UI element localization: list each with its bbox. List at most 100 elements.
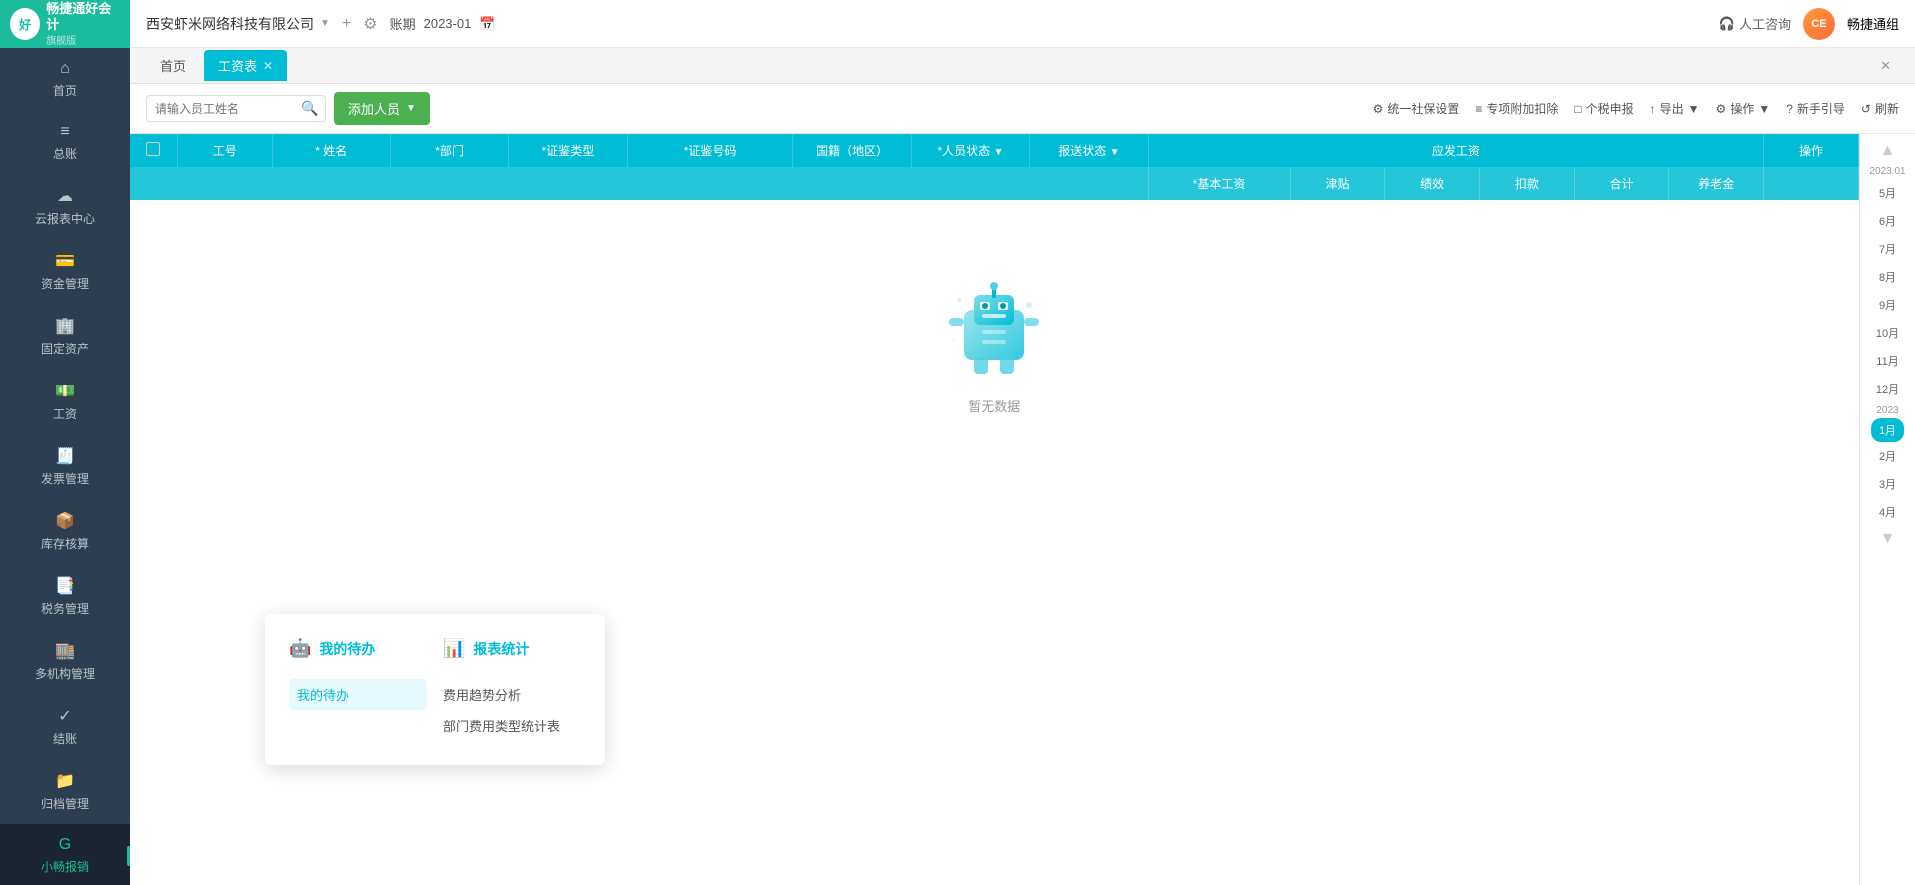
timeline-item-sep[interactable]: 9月	[1875, 291, 1900, 319]
th-status: *人员状态 ▼	[911, 134, 1029, 167]
cost-trend-label: 费用趋势分析	[443, 688, 521, 703]
timeline-item-dec[interactable]: 12月	[1872, 375, 1903, 403]
content-area: 工号 * 姓名 *部门 *证鉴类型 *证鉴号码 国籍（地区） *人员状态 ▼ 报…	[130, 134, 1915, 885]
sidebar-nav: ⌂ 首页 ≡ 总账 ☁ 云报表中心 💳 资金管理 🏢 固定资产 💵 工资 🧾 发…	[0, 48, 130, 885]
expense-icon: G	[59, 836, 71, 854]
sidebar-item-expense-label: 小畅报销	[41, 858, 89, 875]
timeline-item-jan-current[interactable]: 1月	[1871, 418, 1904, 442]
period-value: 2023-01	[424, 16, 472, 31]
sidebar-item-archive[interactable]: 📁 归档管理	[0, 759, 130, 824]
tab-salary-label: 工资表	[218, 56, 257, 75]
report-title-label: 报表统计	[473, 639, 529, 659]
sidebar-item-fixed-assets[interactable]: 🏢 固定资产	[0, 304, 130, 369]
popup-item-dept-cost[interactable]: 部门费用类型统计表	[443, 710, 581, 741]
empty-state: 暂无数据	[130, 200, 1859, 495]
support-button[interactable]: 🎧 人工咨询	[1719, 14, 1791, 33]
search-box[interactable]: 🔍	[146, 95, 326, 122]
special-deduction-button[interactable]: ≡ 专项附加扣除	[1475, 100, 1558, 117]
settlement-icon: ✓	[58, 706, 71, 726]
sidebar-item-cloud-report[interactable]: ☁ 云报表中心	[0, 174, 130, 239]
timeline-item-mar[interactable]: 3月	[1875, 470, 1900, 498]
sidebar-item-home-label: 首页	[53, 82, 77, 99]
sidebar-item-home[interactable]: ⌂ 首页	[0, 48, 130, 111]
tab-close-right-icon[interactable]: ✕	[1872, 54, 1899, 78]
timeline-year-2: 2023	[1876, 403, 1898, 418]
sidebar-item-multi-org[interactable]: 🏬 多机构管理	[0, 629, 130, 694]
calendar-icon[interactable]: 📅	[479, 16, 495, 32]
settings-button[interactable]: ⚙	[363, 14, 377, 34]
special-deduction-icon: ≡	[1475, 102, 1482, 116]
sidebar-item-invoice-label: 发票管理	[41, 470, 89, 487]
user-avatar[interactable]: CE	[1803, 8, 1835, 40]
toolbar: 🔍 添加人员 ▼ ⚙ 统一社保设置 ≡ 专项附加扣除 □ 个税申报 ↑ 导出 ▼	[130, 84, 1915, 134]
sidebar-item-multi-label: 多机构管理	[35, 665, 95, 682]
archive-icon: 📁	[55, 771, 75, 791]
social-insurance-label: 统一社保设置	[1387, 100, 1459, 117]
main-content: 西安虾米网络科技有限公司 ▼ + ⚙ 账期 2023-01 📅 🎧 人工咨询 C…	[130, 0, 1915, 885]
toolbar-actions: ⚙ 统一社保设置 ≡ 专项附加扣除 □ 个税申报 ↑ 导出 ▼ ⚙ 操作 ▼	[1373, 100, 1899, 117]
timeline-nav-down[interactable]: ▼	[1876, 526, 1900, 552]
sidebar-item-fund-label: 资金管理	[41, 275, 89, 292]
timeline-item-jun[interactable]: 6月	[1875, 207, 1900, 235]
todo-title-icon: 🤖	[289, 638, 311, 659]
sidebar-logo: 好 畅捷通好会计 旗舰版	[0, 0, 130, 48]
search-input[interactable]	[155, 102, 295, 116]
sidebar-item-ledger[interactable]: ≡ 总账	[0, 111, 130, 174]
th-pension: 养老金	[1669, 167, 1764, 200]
header-checkbox[interactable]	[146, 142, 160, 156]
sidebar-item-settlement[interactable]: ✓ 结账	[0, 694, 130, 759]
refresh-button[interactable]: ↺ 刷新	[1861, 100, 1899, 117]
sidebar-item-inventory[interactable]: 📦 库存核算	[0, 499, 130, 564]
popup-todo-title: 🤖 我的待办	[289, 638, 427, 667]
tab-close-icon[interactable]: ✕	[263, 59, 273, 73]
table-wrapper: 工号 * 姓名 *部门 *证鉴类型 *证鉴号码 国籍（地区） *人员状态 ▼ 报…	[130, 134, 1859, 885]
timeline-nav-up[interactable]: ▲	[1876, 138, 1900, 164]
operation-dropdown-icon: ▼	[1758, 102, 1770, 116]
popup-menu: 🤖 我的待办 我的待办 📊 报表统计 费用趋势分析	[265, 614, 605, 765]
timeline-item-may[interactable]: 5月	[1875, 179, 1900, 207]
timeline-item-apr[interactable]: 4月	[1875, 498, 1900, 526]
operation-icon: ⚙	[1716, 102, 1727, 116]
popup-item-cost-trend[interactable]: 费用趋势分析	[443, 679, 581, 710]
logo-text-block: 畅捷通好会计 旗舰版	[46, 1, 120, 47]
popup-item-my-todo[interactable]: 我的待办	[289, 679, 427, 710]
add-person-dropdown-icon: ▼	[406, 103, 416, 114]
tab-home[interactable]: 首页	[146, 50, 200, 81]
sidebar-item-tax[interactable]: 📑 税务管理	[0, 564, 130, 629]
add-company-button[interactable]: +	[342, 15, 351, 33]
refresh-label: 刷新	[1875, 100, 1899, 117]
sidebar-item-fund[interactable]: 💳 资金管理	[0, 239, 130, 304]
th-report: 报送状态 ▼	[1030, 134, 1148, 167]
social-insurance-icon: ⚙	[1373, 102, 1384, 116]
th-name: * 姓名	[272, 134, 390, 167]
empty-row: 暂无数据	[130, 200, 1859, 495]
sidebar-item-salary[interactable]: 💵 工资	[0, 369, 130, 434]
user-name: 畅捷通组	[1847, 14, 1899, 33]
guide-button[interactable]: ? 新手引导	[1786, 100, 1845, 117]
support-icon: 🎧	[1719, 16, 1735, 32]
th-deduction: 扣款	[1480, 167, 1575, 200]
tax-report-button[interactable]: □ 个税申报	[1574, 100, 1633, 117]
timeline-item-feb[interactable]: 2月	[1875, 442, 1900, 470]
todo-title-label: 我的待办	[319, 639, 375, 659]
sidebar-item-expense[interactable]: G 小畅报销	[0, 824, 130, 885]
fixed-assets-icon: 🏢	[55, 316, 75, 336]
social-insurance-button[interactable]: ⚙ 统一社保设置	[1373, 100, 1460, 117]
timeline-item-aug[interactable]: 8月	[1875, 263, 1900, 291]
timeline-item-jul[interactable]: 7月	[1875, 235, 1900, 263]
tab-salary[interactable]: 工资表 ✕	[204, 50, 287, 81]
logo-icon: 好	[10, 8, 40, 40]
timeline-year-1: 2023.01	[1869, 164, 1905, 179]
company-selector[interactable]: 西安虾米网络科技有限公司 ▼	[146, 14, 330, 34]
status-filter-icon[interactable]: ▼	[994, 147, 1004, 158]
report-filter-icon[interactable]: ▼	[1110, 147, 1120, 158]
table-header-row-top: 工号 * 姓名 *部门 *证鉴类型 *证鉴号码 国籍（地区） *人员状态 ▼ 报…	[130, 134, 1859, 167]
operation-button[interactable]: ⚙ 操作 ▼	[1716, 100, 1771, 117]
th-allowance: 津贴	[1290, 167, 1385, 200]
th-checkbox[interactable]	[130, 134, 177, 167]
timeline-item-oct[interactable]: 10月	[1872, 319, 1903, 347]
timeline-item-nov[interactable]: 11月	[1872, 347, 1902, 375]
export-button[interactable]: ↑ 导出 ▼	[1650, 100, 1700, 117]
add-person-button[interactable]: 添加人员 ▼	[334, 92, 430, 125]
sidebar-item-invoice[interactable]: 🧾 发票管理	[0, 434, 130, 499]
